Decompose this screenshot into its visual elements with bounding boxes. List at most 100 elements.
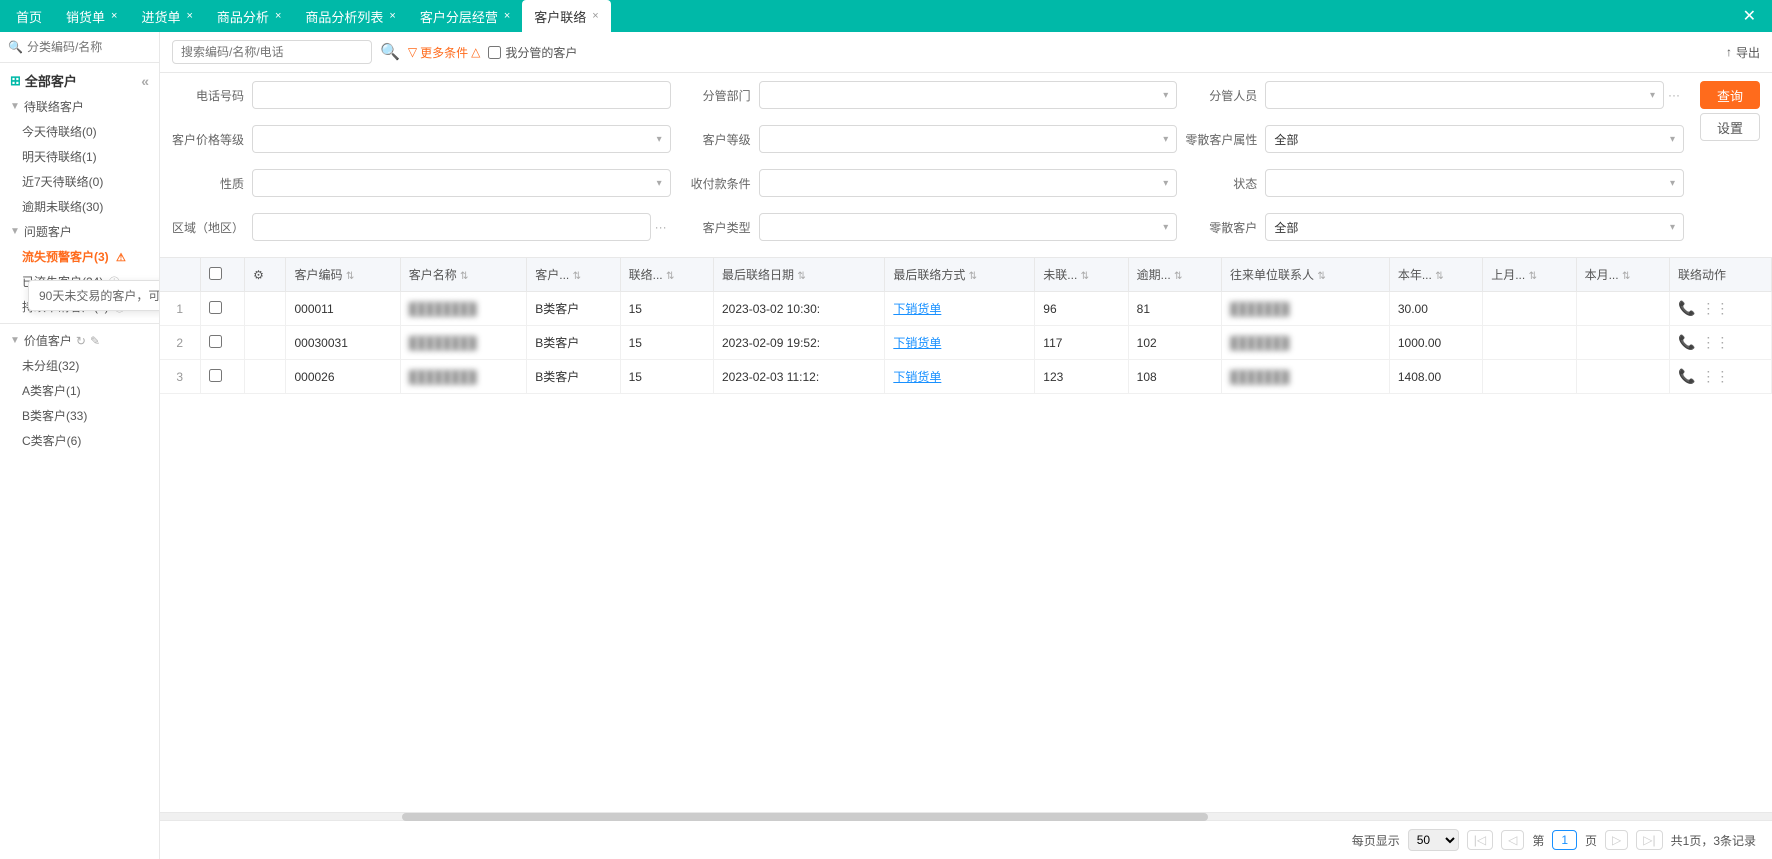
filter-customer-type-select[interactable]: ▾ <box>759 213 1178 241</box>
next-page-button[interactable]: ▷ <box>1605 830 1628 850</box>
filter-person-select[interactable]: ▾ <box>1265 81 1664 109</box>
td-checkbox-1[interactable] <box>200 326 245 360</box>
filter-price-level-select[interactable]: ▾ <box>252 125 671 153</box>
edit-icon[interactable]: ✎ <box>90 334 100 348</box>
th-overdue[interactable]: 逾期... ⇅ <box>1128 258 1221 292</box>
per-page-select[interactable]: 50 100 <box>1408 829 1459 851</box>
tab-purchase-order[interactable]: 进货单 × <box>129 0 204 32</box>
sidebar-item-class-a[interactable]: A类客户(1) <box>0 378 159 403</box>
action-phone-icon-1[interactable]: 📞 <box>1678 334 1695 351</box>
export-button[interactable]: ↑ 导出 <box>1726 44 1760 61</box>
th-checkbox[interactable] <box>200 258 245 292</box>
action-more-icon-2[interactable]: ⋮⋮ <box>1701 368 1729 385</box>
td-method-0[interactable]: 下销货单 <box>885 292 1035 326</box>
sidebar-item-tomorrow-contact[interactable]: 明天待联络(1) <box>0 144 159 169</box>
filter-search-input[interactable] <box>172 40 372 64</box>
filter-search-button[interactable]: 🔍 <box>380 42 400 62</box>
filter-nature-select[interactable]: ▾ <box>252 169 671 197</box>
filter-customer-level-select[interactable]: ▾ <box>759 125 1178 153</box>
sidebar-group-value[interactable]: ▼ 价值客户 ↻ ✎ <box>0 328 159 353</box>
filter-zero-customer-select[interactable]: 全部 ▾ <box>1265 213 1684 241</box>
action-phone-icon-0[interactable]: 📞 <box>1678 300 1695 317</box>
td-index-0: 1 <box>160 292 200 326</box>
filter-zero-attr-select[interactable]: 全部 ▾ <box>1265 125 1684 153</box>
last-page-button[interactable]: ▷| <box>1636 830 1662 850</box>
th-unlisted[interactable]: 未联... ⇅ <box>1035 258 1128 292</box>
th-unit-contact[interactable]: 往来单位联系人 ⇅ <box>1222 258 1390 292</box>
tab-close-customer-contact[interactable]: × <box>592 10 598 22</box>
td-method-1[interactable]: 下销货单 <box>885 326 1035 360</box>
action-phone-icon-2[interactable]: 📞 <box>1678 368 1695 385</box>
tab-home[interactable]: 首页 <box>4 0 54 32</box>
th-this-month[interactable]: 本月... ⇅ <box>1576 258 1669 292</box>
row-checkbox-1[interactable] <box>209 335 222 348</box>
query-button[interactable]: 查询 <box>1700 81 1760 109</box>
th-last-month[interactable]: 上月... ⇅ <box>1483 258 1576 292</box>
th-gear[interactable]: ⚙ <box>245 258 286 292</box>
tab-close-product-analysis[interactable]: × <box>275 10 281 22</box>
chevron-down-icon-5: ▾ <box>1670 134 1675 145</box>
gear-icon[interactable]: ⚙ <box>253 268 264 282</box>
action-more-icon-0[interactable]: ⋮⋮ <box>1701 300 1729 317</box>
filter-phone-input[interactable] <box>252 81 671 109</box>
close-all-tabs-button[interactable]: ✕ <box>1731 6 1768 26</box>
export-icon: ↑ <box>1726 45 1732 59</box>
th-this-year[interactable]: 本年... ⇅ <box>1389 258 1482 292</box>
tab-sales-order[interactable]: 销货单 × <box>54 0 129 32</box>
td-checkbox-2[interactable] <box>200 360 245 394</box>
sidebar-search-input[interactable] <box>27 40 160 54</box>
tab-customer-contact[interactable]: 客户联络 × <box>522 0 610 32</box>
chevron-down-icon-7: ▾ <box>1163 178 1168 189</box>
sidebar-item-overdue-contact[interactable]: 逾期未联络(30) <box>0 194 159 219</box>
sidebar-item-7days-contact[interactable]: 近7天待联络(0) <box>0 169 159 194</box>
filter-area-select[interactable] <box>252 213 651 241</box>
tab-close-product-analysis-list[interactable]: × <box>389 10 395 22</box>
horizontal-scroll-thumb[interactable] <box>402 813 1208 821</box>
td-code-0: 000011 <box>286 292 400 326</box>
sidebar-collapse-button[interactable]: « <box>141 73 149 89</box>
th-customer-type[interactable]: 客户... ⇅ <box>527 258 620 292</box>
th-index <box>160 258 200 292</box>
th-last-contact-method[interactable]: 最后联络方式 ⇅ <box>885 258 1035 292</box>
my-customers-checkbox[interactable] <box>488 46 501 59</box>
tab-close-sales-order[interactable]: × <box>111 10 117 22</box>
tab-customer-tier[interactable]: 客户分层经营 × <box>408 0 522 32</box>
settings-button[interactable]: 设置 <box>1700 113 1760 141</box>
action-more-icon-1[interactable]: ⋮⋮ <box>1701 334 1729 351</box>
td-checkbox-0[interactable] <box>200 292 245 326</box>
row-checkbox-2[interactable] <box>209 369 222 382</box>
person-more-button[interactable]: ··· <box>1664 88 1684 102</box>
sidebar-group-pending[interactable]: ▼ 待联络客户 <box>0 94 159 119</box>
sidebar-item-ungrouped[interactable]: 未分组(32) <box>0 353 159 378</box>
sort-icon-5: ⇅ <box>797 271 805 282</box>
td-method-2[interactable]: 下销货单 <box>885 360 1035 394</box>
sidebar-item-churn-warning[interactable]: 流失预警客户(3) ⚠ <box>0 244 159 269</box>
row-checkbox-0[interactable] <box>209 301 222 314</box>
triangle-icon-2: ▼ <box>10 226 20 237</box>
filter-more-button[interactable]: ▽ 更多条件 △ <box>408 44 480 61</box>
tab-close-customer-tier[interactable]: × <box>504 10 510 22</box>
sidebar-item-class-b[interactable]: B类客户(33) <box>0 403 159 428</box>
first-page-button[interactable]: |◁ <box>1467 830 1493 850</box>
sidebar-all-customers[interactable]: ⊞ 全部客户 « <box>0 63 159 94</box>
filter-payment-select[interactable]: ▾ <box>759 169 1178 197</box>
prev-page-button[interactable]: ◁ <box>1501 830 1524 850</box>
td-index-1: 2 <box>160 326 200 360</box>
filter-status-select[interactable]: ▾ <box>1265 169 1684 197</box>
horizontal-scrollbar[interactable] <box>160 812 1772 820</box>
th-customer-name[interactable]: 客户名称 ⇅ <box>400 258 527 292</box>
area-more-button[interactable]: ··· <box>651 220 671 234</box>
tab-product-analysis-list[interactable]: 商品分析列表 × <box>293 0 407 32</box>
th-contact[interactable]: 联络... ⇅ <box>620 258 713 292</box>
sidebar-item-today-contact[interactable]: 今天待联络(0) <box>0 119 159 144</box>
tab-product-analysis[interactable]: 商品分析 × <box>205 0 293 32</box>
select-all-checkbox[interactable] <box>209 267 222 280</box>
tab-close-purchase-order[interactable]: × <box>186 10 192 22</box>
my-customers-checkbox-label[interactable]: 我分管的客户 <box>488 44 577 61</box>
th-customer-code[interactable]: 客户编码 ⇅ <box>286 258 400 292</box>
sidebar-item-class-c[interactable]: C类客户(6) <box>0 428 159 453</box>
refresh-icon[interactable]: ↻ <box>76 334 86 348</box>
filter-dept-select[interactable]: ▾ <box>759 81 1178 109</box>
th-last-contact-date[interactable]: 最后联络日期 ⇅ <box>714 258 885 292</box>
sidebar-group-problem[interactable]: ▼ 问题客户 <box>0 219 159 244</box>
